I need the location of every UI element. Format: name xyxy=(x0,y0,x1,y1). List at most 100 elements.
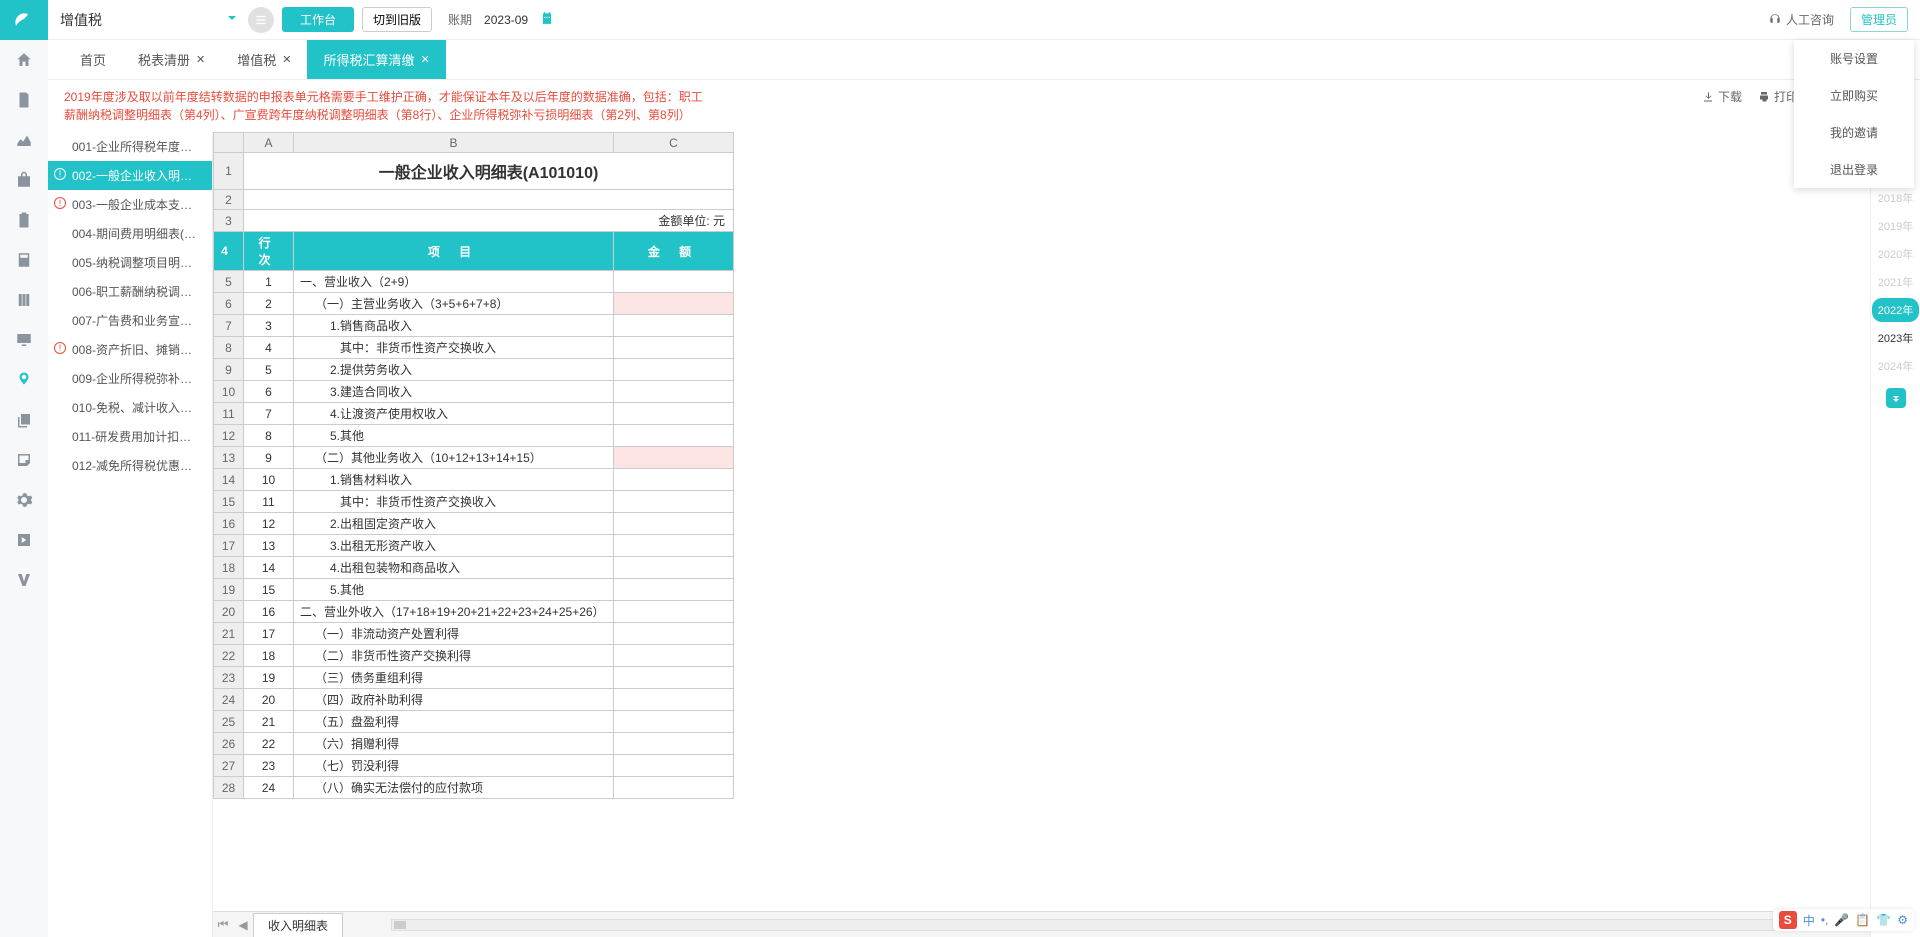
tab[interactable]: 增值税✕ xyxy=(221,40,307,79)
cell[interactable] xyxy=(614,491,734,513)
cell[interactable]: 26 xyxy=(214,733,244,755)
cell[interactable]: 6 xyxy=(244,381,294,403)
cell[interactable]: 18 xyxy=(244,645,294,667)
cell[interactable]: 14 xyxy=(244,557,294,579)
cell[interactable] xyxy=(614,777,734,799)
ime-item[interactable]: 👕 xyxy=(1876,913,1891,927)
cell[interactable]: 12 xyxy=(244,513,294,535)
nav-gear-icon[interactable] xyxy=(0,480,48,520)
cell[interactable]: 20 xyxy=(244,689,294,711)
cell[interactable] xyxy=(614,733,734,755)
year-item[interactable]: 2019年 xyxy=(1872,214,1919,238)
cell[interactable]: （七）罚没利得 xyxy=(294,755,614,777)
cell[interactable] xyxy=(614,403,734,425)
cell[interactable]: 27 xyxy=(214,755,244,777)
cell[interactable] xyxy=(614,337,734,359)
ime-logo-icon[interactable]: S xyxy=(1779,911,1797,929)
ime-item[interactable]: 中 xyxy=(1803,912,1815,929)
ime-item[interactable]: ⚙ xyxy=(1897,913,1908,927)
tab[interactable]: 首页 xyxy=(64,40,122,79)
cell[interactable] xyxy=(614,271,734,293)
cell[interactable]: 22 xyxy=(244,733,294,755)
cell[interactable]: 19 xyxy=(244,667,294,689)
cell[interactable] xyxy=(614,315,734,337)
form-list-item[interactable]: 010-免税、减计收入及加计... xyxy=(48,393,212,422)
cell[interactable]: 20 xyxy=(214,601,244,623)
cell[interactable]: 15 xyxy=(244,579,294,601)
cell[interactable]: （六）捐赠利得 xyxy=(294,733,614,755)
cell[interactable]: 21 xyxy=(244,711,294,733)
cell[interactable]: 11 xyxy=(244,491,294,513)
nav-doc-icon[interactable] xyxy=(0,80,48,120)
cell[interactable]: （一）主营业务收入（3+5+6+7+8） xyxy=(294,293,614,315)
cell[interactable] xyxy=(614,447,734,469)
nav-calc-icon[interactable] xyxy=(0,240,48,280)
cell[interactable]: 7 xyxy=(244,403,294,425)
cell[interactable]: 17 xyxy=(244,623,294,645)
user-menu-item[interactable]: 我的邀请 xyxy=(1794,114,1914,151)
admin-button[interactable]: 管理员 xyxy=(1850,7,1908,32)
tab[interactable]: 税表清册✕ xyxy=(122,40,221,79)
cell[interactable]: 13 xyxy=(214,447,244,469)
cell[interactable]: 10 xyxy=(214,381,244,403)
form-list-item[interactable]: 006-职工薪酬纳税调整明细... xyxy=(48,277,212,306)
cell[interactable]: B xyxy=(294,133,614,153)
close-icon[interactable]: ✕ xyxy=(196,53,205,66)
cell[interactable]: 2 xyxy=(214,190,244,210)
cell[interactable]: 9 xyxy=(244,447,294,469)
cell[interactable]: （一）非流动资产处置利得 xyxy=(294,623,614,645)
cell[interactable]: 17 xyxy=(214,535,244,557)
cell[interactable]: 12 xyxy=(214,425,244,447)
nav-copy-icon[interactable] xyxy=(0,400,48,440)
ime-item[interactable]: 📋 xyxy=(1855,913,1870,927)
ime-bar[interactable]: S中•,🎤📋👕⚙ xyxy=(1773,909,1914,931)
cell[interactable]: 4 xyxy=(214,232,244,271)
cell[interactable]: （三）债务重组利得 xyxy=(294,667,614,689)
nav-tax-icon[interactable] xyxy=(0,360,48,400)
cell[interactable] xyxy=(614,293,734,315)
cell[interactable] xyxy=(614,469,734,491)
user-menu-item[interactable]: 退出登录 xyxy=(1794,151,1914,188)
cell[interactable] xyxy=(214,133,244,153)
download-button[interactable]: 下载 xyxy=(1702,88,1742,105)
year-item[interactable]: 2024年 xyxy=(1872,354,1919,378)
cell[interactable] xyxy=(614,601,734,623)
print-button[interactable]: 打印 xyxy=(1758,88,1798,105)
cell[interactable]: （四）政府补助利得 xyxy=(294,689,614,711)
form-list-item[interactable]: !002-一般企业收入明细表(A1... xyxy=(48,161,212,190)
cell[interactable] xyxy=(614,513,734,535)
cell[interactable]: 一、营业收入（2+9） xyxy=(294,271,614,293)
nav-column-icon[interactable] xyxy=(0,280,48,320)
cell[interactable]: 项 目 xyxy=(294,232,614,271)
cell[interactable]: 23 xyxy=(244,755,294,777)
cell[interactable]: 8 xyxy=(214,337,244,359)
cell[interactable]: 4.出租包装物和商品收入 xyxy=(294,557,614,579)
cell[interactable]: 10 xyxy=(244,469,294,491)
sheet-title[interactable]: 一般企业收入明细表(A101010) xyxy=(244,153,734,190)
close-icon[interactable]: ✕ xyxy=(282,53,291,66)
cell[interactable] xyxy=(614,535,734,557)
cell[interactable] xyxy=(614,667,734,689)
cell[interactable]: A xyxy=(244,133,294,153)
cell[interactable]: 16 xyxy=(244,601,294,623)
consult-link[interactable]: 人工咨询 xyxy=(1768,11,1834,28)
year-item[interactable]: 2023年 xyxy=(1872,326,1919,350)
user-menu-item[interactable]: 立即购买 xyxy=(1794,77,1914,114)
cell[interactable]: 8 xyxy=(244,425,294,447)
ime-item[interactable]: 🎤 xyxy=(1834,913,1849,927)
cell[interactable]: 16 xyxy=(214,513,244,535)
sheet-nav-prev[interactable]: ◀ xyxy=(233,918,253,932)
form-list-item[interactable]: 011-研发费用加计扣除优惠... xyxy=(48,422,212,451)
cell[interactable]: 1 xyxy=(244,271,294,293)
nav-bag-icon[interactable] xyxy=(0,160,48,200)
cell[interactable]: 21 xyxy=(214,623,244,645)
cell[interactable]: 1.销售商品收入 xyxy=(294,315,614,337)
cell[interactable]: 其中：非货币性资产交换收入 xyxy=(294,491,614,513)
cell[interactable]: （八）确实无法偿付的应付款项 xyxy=(294,777,614,799)
cell[interactable] xyxy=(614,755,734,777)
cell[interactable] xyxy=(614,711,734,733)
cell[interactable]: 3 xyxy=(244,315,294,337)
cell[interactable]: 24 xyxy=(244,777,294,799)
cell[interactable]: 4 xyxy=(244,337,294,359)
year-item[interactable]: 2021年 xyxy=(1872,270,1919,294)
